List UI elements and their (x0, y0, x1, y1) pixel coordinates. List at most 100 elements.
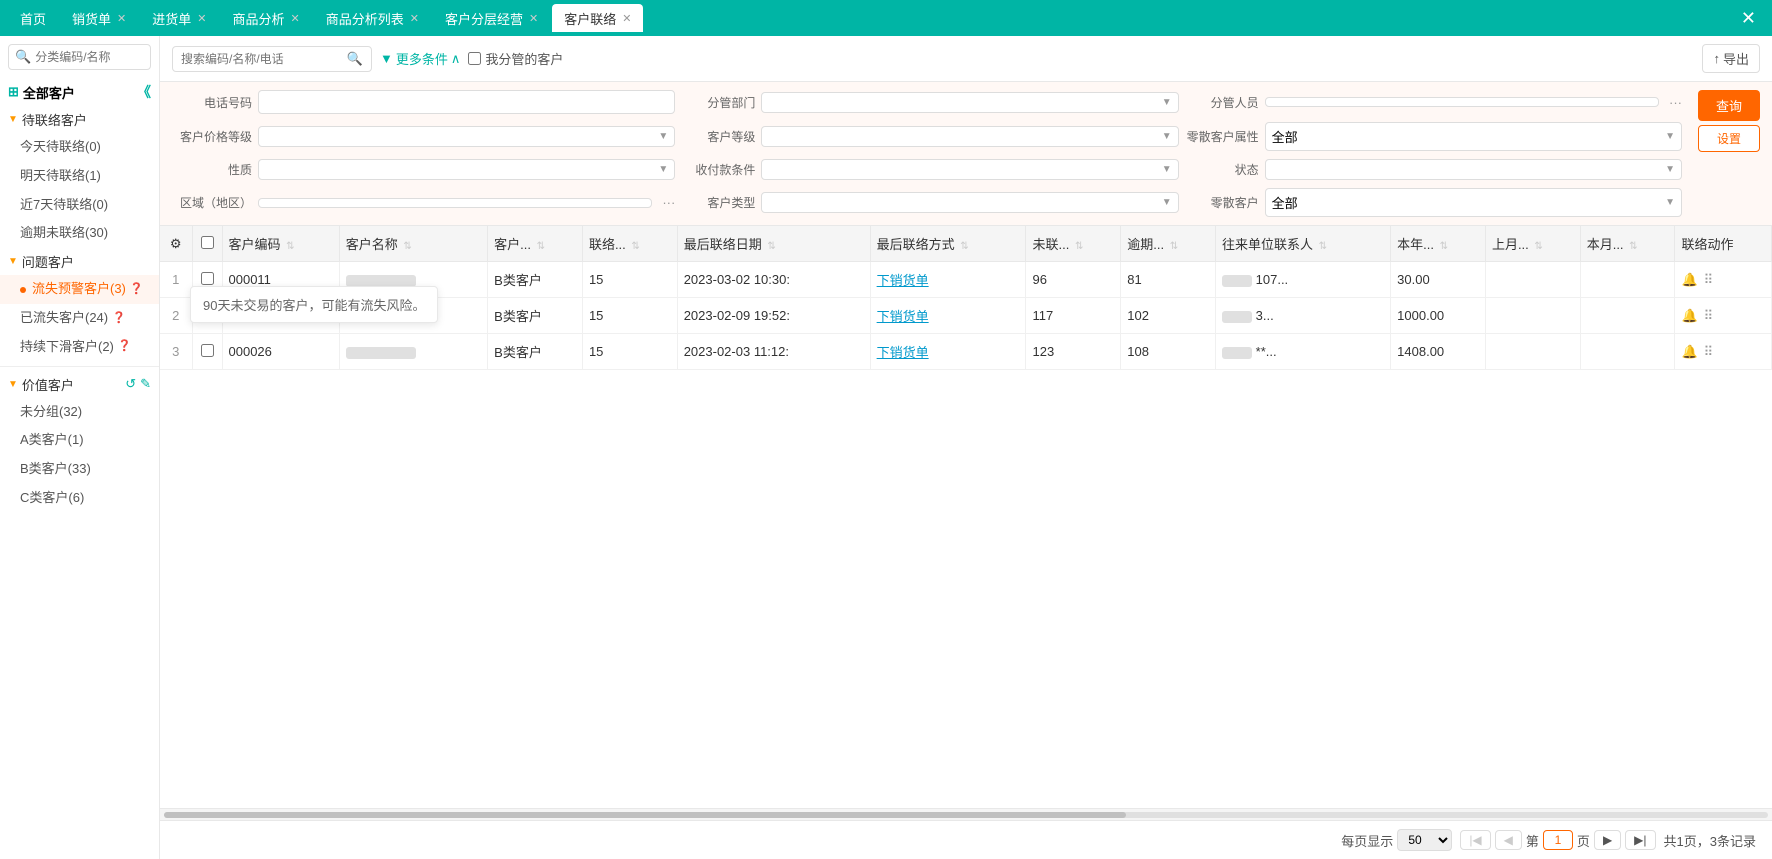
col-un-contact-sort-icon[interactable]: ⇅ (1075, 241, 1083, 252)
tab-customer-layer-close[interactable]: ✕ (529, 12, 538, 25)
filter-region-select[interactable] (258, 198, 652, 208)
close-window-icon[interactable]: ✕ (1733, 8, 1764, 29)
tab-customer-contact-close[interactable]: ✕ (622, 12, 631, 25)
sidebar-item-7days[interactable]: 近7天待联络(0) (0, 191, 159, 220)
tab-goods-list-close[interactable]: ✕ (410, 12, 419, 25)
action-more-icon-2[interactable]: ⠿ (1704, 344, 1714, 360)
row-checkbox-2[interactable] (192, 334, 222, 370)
sidebar-search-box[interactable]: 🔍 (8, 44, 151, 70)
filter-phone-label: 电话号码 (172, 94, 252, 111)
settings-button[interactable]: 设置 (1698, 125, 1760, 152)
filter-cust-level-select[interactable]: ▼ (761, 126, 1178, 147)
filter-status-select[interactable]: ▼ (1265, 159, 1682, 180)
col-last-date-sort-icon[interactable]: ⇅ (767, 241, 775, 252)
tab-sales[interactable]: 销货单 ✕ (60, 4, 138, 32)
sidebar-item-churn-warning[interactable]: 流失预警客户(3) ❓ (0, 275, 159, 304)
tab-sales-close[interactable]: ✕ (117, 12, 126, 25)
action-contact-icon-0[interactable]: 🔔 (1681, 272, 1697, 288)
tab-purchase[interactable]: 进货单 ✕ (140, 4, 218, 32)
row-last-method-1[interactable]: 下销货单 (870, 298, 1026, 334)
row-contact-person-1: 3... (1216, 298, 1391, 334)
horizontal-scrollbar[interactable] (160, 808, 1772, 820)
tab-customer-contact[interactable]: 客户联络 ✕ (552, 4, 643, 32)
export-button[interactable]: ↑ 导出 (1702, 44, 1760, 73)
last-method-link-0[interactable]: 下销货单 (877, 273, 929, 288)
tab-goods-list[interactable]: 商品分析列表 ✕ (314, 4, 431, 32)
filter-dept-select[interactable]: ▼ (761, 92, 1178, 113)
row-contact-0: 15 (582, 262, 677, 298)
filter-search-box[interactable]: 🔍 (172, 46, 372, 72)
tab-customer-layer[interactable]: 客户分层经营 ✕ (433, 4, 550, 32)
filter-payment-select[interactable]: ▼ (761, 159, 1178, 180)
sidebar: 🔍 ⊞ 全部客户 《 ▼ 待联络客户 今天待联络(0) 明天待联络(1) 近7天… (0, 36, 160, 859)
tab-goods-analysis[interactable]: 商品分析 ✕ (220, 4, 311, 32)
filter-retail-select[interactable]: 全部 ▼ (1265, 188, 1682, 217)
query-button[interactable]: 查询 (1698, 90, 1760, 121)
per-page-select[interactable]: 50 100 200 (1397, 829, 1452, 851)
row-last-method-0[interactable]: 下销货单 (870, 262, 1026, 298)
last-method-link-2[interactable]: 下销货单 (877, 345, 929, 360)
select-all-checkbox[interactable] (201, 236, 214, 249)
row-contact-2: 15 (582, 334, 677, 370)
gear-icon[interactable]: ⚙ (170, 236, 182, 251)
sidebar-item-a-class[interactable]: A类客户(1) (0, 426, 159, 455)
refresh-icon[interactable]: ↺ (125, 376, 136, 392)
sidebar-item-b-class[interactable]: B类客户(33) (0, 455, 159, 484)
filter-my-checkbox[interactable] (468, 52, 481, 65)
scrollbar-thumb[interactable] (164, 812, 1126, 818)
tab-home[interactable]: 首页 (8, 4, 58, 32)
filter-cust-type-select[interactable]: ▼ (761, 192, 1178, 213)
col-contact-sort-icon[interactable]: ⇅ (631, 241, 639, 252)
col-name-sort-icon[interactable]: ⇅ (403, 241, 411, 252)
row-this-month-0 (1580, 262, 1675, 298)
col-last-month-sort-icon[interactable]: ⇅ (1534, 241, 1542, 252)
sidebar-all-customers[interactable]: ⊞ 全部客户 《 (0, 78, 159, 106)
action-contact-icon-1[interactable]: 🔔 (1681, 308, 1697, 324)
last-method-link-1[interactable]: 下销货单 (877, 309, 929, 324)
row-this-month-1 (1580, 298, 1675, 334)
sidebar-item-churned[interactable]: 已流失客户(24) ❓ (0, 304, 159, 333)
filter-nature-select[interactable]: ▼ (258, 159, 675, 180)
sidebar-collapse-icon[interactable]: 《 (137, 82, 151, 102)
col-contact-person-sort-icon[interactable]: ⇅ (1319, 241, 1327, 252)
edit-icon[interactable]: ✎ (140, 376, 151, 392)
filter-search-input[interactable] (181, 52, 343, 66)
sidebar-item-c-class[interactable]: C类客户(6) (0, 484, 159, 513)
prev-page-button[interactable]: ◀ (1495, 830, 1522, 850)
sidebar-search-input[interactable] (35, 50, 144, 64)
row-last-method-2[interactable]: 下销货单 (870, 334, 1026, 370)
filter-row-1: 电话号码 分管部门 ▼ 分管人员 (172, 90, 1682, 114)
sidebar-group-problem[interactable]: ▼ 问题客户 (0, 248, 159, 275)
filter-price-level-select[interactable]: ▼ (258, 126, 675, 147)
tab-goods-analysis-close[interactable]: ✕ (291, 12, 300, 25)
filter-more-btn[interactable]: ▼ 更多条件 ∧ (380, 49, 460, 68)
sidebar-item-tomorrow[interactable]: 明天待联络(1) (0, 162, 159, 191)
action-more-icon-1[interactable]: ⠿ (1704, 308, 1714, 324)
col-this-month: 本月... ⇅ (1580, 226, 1675, 262)
first-page-button[interactable]: |◀ (1460, 830, 1490, 850)
last-page-button[interactable]: ▶| (1625, 830, 1655, 850)
sidebar-item-today[interactable]: 今天待联络(0) (0, 133, 159, 162)
filter-retail-attr-select[interactable]: 全部 ▼ (1265, 122, 1682, 151)
row-this-year-1: 1000.00 (1391, 298, 1486, 334)
sidebar-item-overdue[interactable]: 逾期未联络(30) (0, 219, 159, 248)
action-more-icon-0[interactable]: ⠿ (1704, 272, 1714, 288)
sidebar-item-ungroup[interactable]: 未分组(32) (0, 398, 159, 427)
col-overdue-sort-icon[interactable]: ⇅ (1170, 241, 1178, 252)
action-contact-icon-2[interactable]: 🔔 (1681, 344, 1697, 360)
sidebar-group-pending[interactable]: ▼ 待联络客户 (0, 106, 159, 133)
col-type-sort-icon[interactable]: ⇅ (537, 241, 545, 252)
filter-retail-label: 零散客户 (1179, 194, 1259, 211)
col-this-year-sort-icon[interactable]: ⇅ (1440, 241, 1448, 252)
sidebar-item-declining[interactable]: 持续下滑客户(2) ❓ (0, 333, 159, 362)
filter-person-dots[interactable]: ··· (1669, 95, 1682, 110)
filter-phone-input[interactable] (258, 90, 675, 114)
sidebar-group-value[interactable]: ▼ 价值客户 ↺ ✎ (0, 371, 159, 398)
col-this-month-sort-icon[interactable]: ⇅ (1629, 241, 1637, 252)
filter-person-select[interactable] (1265, 97, 1659, 107)
col-code-sort-icon[interactable]: ⇅ (286, 241, 294, 252)
filter-region-dots[interactable]: ··· (662, 195, 675, 210)
next-page-button[interactable]: ▶ (1594, 830, 1621, 850)
col-last-method-sort-icon[interactable]: ⇅ (960, 241, 968, 252)
tab-purchase-close[interactable]: ✕ (197, 12, 206, 25)
